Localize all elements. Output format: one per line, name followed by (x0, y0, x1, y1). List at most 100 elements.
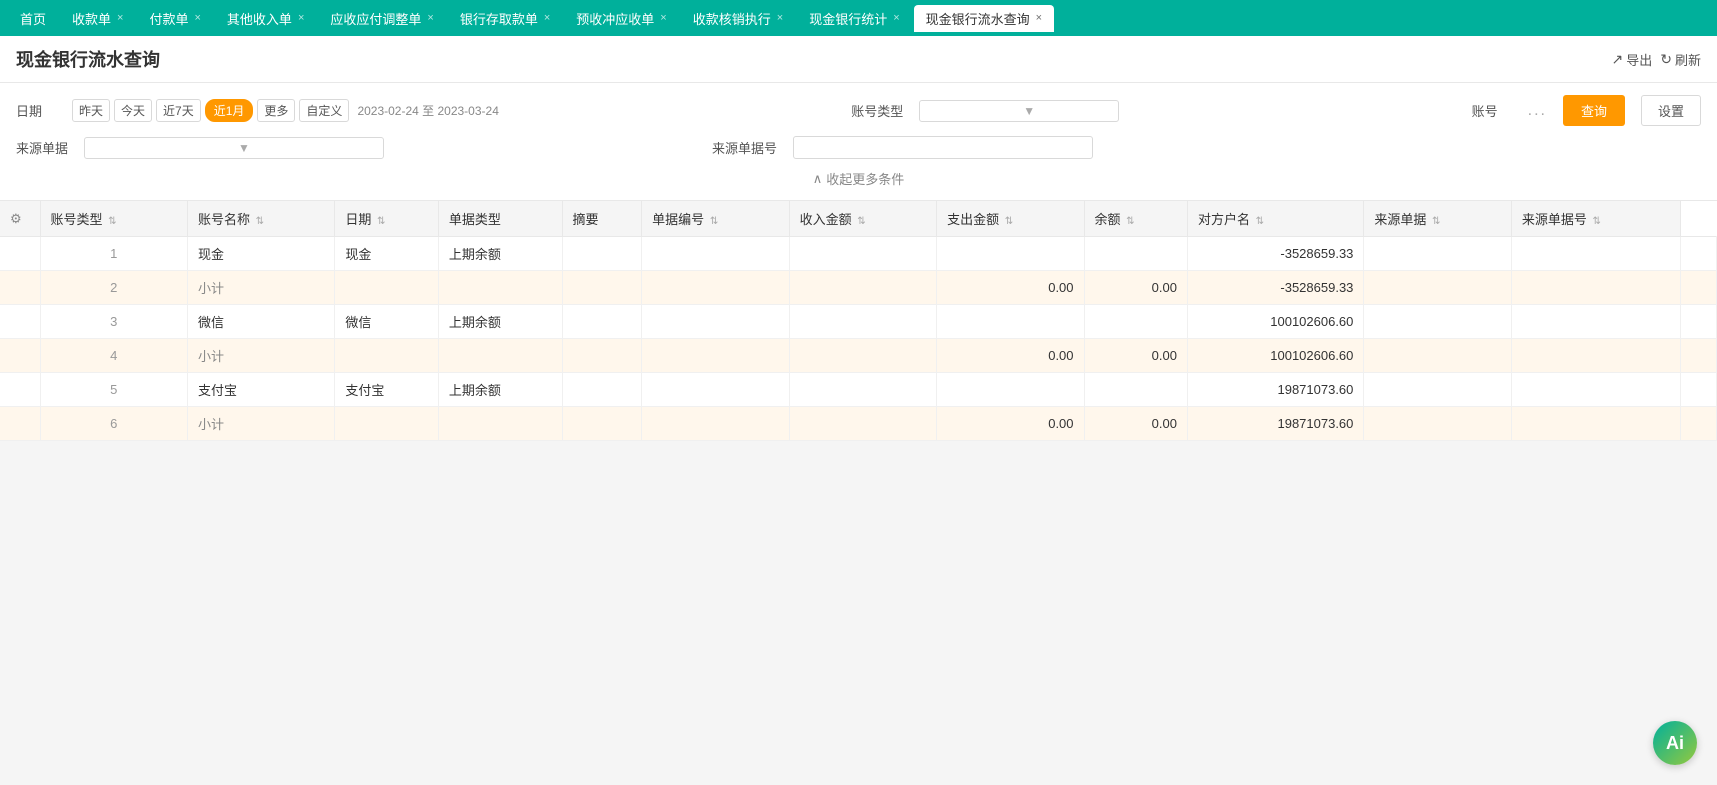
settings-col-header[interactable]: ⚙ (0, 201, 40, 237)
sort-icon: ⇅ (377, 216, 385, 227)
close-icon[interactable]: × (1036, 12, 1042, 24)
settings-button[interactable]: 设置 (1641, 95, 1701, 126)
close-icon[interactable]: × (777, 12, 783, 24)
collapse-conditions-bar[interactable]: ∧ 收起更多条件 (16, 169, 1701, 188)
export-button[interactable]: ↗ 导出 (1612, 50, 1653, 69)
top-navigation: 首页 收款单 × 付款单 × 其他收入单 × 应收应付调整单 × 银行存取款单 … (0, 0, 1717, 36)
cell-income: 0.00 (937, 271, 1084, 305)
cell-doc-type (562, 271, 642, 305)
source-doc-no-label: 来源单据号 (712, 138, 777, 157)
query-button[interactable]: 查询 (1563, 95, 1625, 126)
cell-account-name: 支付宝 (335, 373, 438, 407)
cell-account-name: 微信 (335, 305, 438, 339)
cell-source-doc-no (1681, 271, 1717, 305)
row-number: 2 (40, 271, 187, 305)
close-icon[interactable]: × (544, 12, 550, 24)
nav-item-home[interactable]: 首页 (8, 5, 58, 32)
table-row: 2小计0.000.00-3528659.33 (0, 271, 1717, 305)
cell-date: 上期余额 (438, 305, 562, 339)
table-row: 5支付宝支付宝上期余额19871073.60 (0, 373, 1717, 407)
cell-source-doc-no (1681, 237, 1717, 271)
cell-summary (642, 237, 789, 271)
account-label: 账号 (1472, 101, 1512, 120)
cell-doc-no (789, 373, 936, 407)
date-yesterday-btn[interactable]: 昨天 (72, 99, 110, 122)
table-body: 1现金现金上期余额-3528659.332小计0.000.00-3528659.… (0, 237, 1717, 441)
page-title: 现金银行流水查询 (16, 46, 160, 72)
date-7days-btn[interactable]: 近7天 (156, 99, 201, 122)
table-header-row: ⚙ 账号类型 ⇅ 账号名称 ⇅ 日期 ⇅ 单据类型 摘要 单据编号 (0, 201, 1717, 237)
cell-balance: -3528659.33 (1187, 271, 1363, 305)
cell-balance: 19871073.60 (1187, 407, 1363, 441)
row-settings-cell (0, 237, 40, 271)
nav-item-prepayment[interactable]: 预收冲应收单 × (564, 5, 678, 32)
sort-icon: ⇅ (108, 216, 116, 227)
row-settings-cell (0, 271, 40, 305)
nav-item-adjustments[interactable]: 应收应付调整单 × (318, 5, 445, 32)
date-shortcuts: 昨天 今天 近7天 近1月 更多 自定义 2023-02-24 至 2023-0… (72, 99, 499, 122)
close-icon[interactable]: × (298, 12, 304, 24)
table-row: 6小计0.000.0019871073.60 (0, 407, 1717, 441)
cell-summary (642, 305, 789, 339)
cell-summary (642, 373, 789, 407)
col-header-account-type[interactable]: 账号类型 ⇅ (40, 201, 187, 237)
nav-item-other-income[interactable]: 其他收入单 × (215, 5, 316, 32)
close-icon[interactable]: × (660, 12, 666, 24)
col-header-source-doc[interactable]: 来源单据 ⇅ (1364, 201, 1511, 237)
cell-expense (1084, 373, 1187, 407)
date-today-btn[interactable]: 今天 (114, 99, 152, 122)
close-icon[interactable]: × (117, 12, 123, 24)
cell-source-doc (1511, 237, 1680, 271)
col-header-doc-type: 单据类型 (438, 201, 562, 237)
nav-item-payments[interactable]: 付款单 × (137, 5, 212, 32)
collapse-label: 收起更多条件 (826, 169, 904, 188)
date-1month-btn[interactable]: 近1月 (205, 99, 254, 122)
cell-balance: 100102606.60 (1187, 305, 1363, 339)
sort-icon: ⇅ (1126, 216, 1134, 227)
account-dots-btn[interactable]: ... (1528, 102, 1547, 120)
cell-counterpart (1364, 237, 1511, 271)
col-header-income[interactable]: 收入金额 ⇅ (789, 201, 936, 237)
cell-account-name (335, 271, 438, 305)
nav-item-collection-exec[interactable]: 收款核销执行 × (681, 5, 795, 32)
cell-source-doc-no (1681, 407, 1717, 441)
nav-item-bank-deposits[interactable]: 银行存取款单 × (448, 5, 562, 32)
col-header-expense[interactable]: 支出金额 ⇅ (937, 201, 1084, 237)
cell-expense (1084, 237, 1187, 271)
col-header-counterpart[interactable]: 对方户名 ⇅ (1187, 201, 1363, 237)
cell-expense: 0.00 (1084, 271, 1187, 305)
cell-counterpart (1364, 339, 1511, 373)
chevron-down-icon: ▼ (1023, 104, 1110, 118)
close-icon[interactable]: × (427, 12, 433, 24)
nav-item-cash-bank-stats[interactable]: 现金银行统计 × (797, 5, 911, 32)
date-more-btn[interactable]: 更多 (257, 99, 295, 122)
cell-source-doc-no (1681, 339, 1717, 373)
col-header-balance[interactable]: 余额 ⇅ (1084, 201, 1187, 237)
cell-income (937, 237, 1084, 271)
account-type-select[interactable]: ▼ (919, 100, 1119, 122)
nav-item-receipts[interactable]: 收款单 × (60, 5, 135, 32)
sort-icon: ⇅ (256, 216, 264, 227)
source-doc-select[interactable]: ▼ (84, 137, 384, 159)
cell-summary (642, 339, 789, 373)
cell-account-type: 小计 (187, 271, 334, 305)
cell-counterpart (1364, 407, 1511, 441)
source-doc-no-input[interactable] (802, 140, 1084, 155)
refresh-button[interactable]: ↻ 刷新 (1660, 50, 1701, 69)
cell-counterpart (1364, 373, 1511, 407)
close-icon[interactable]: × (893, 12, 899, 24)
col-header-source-doc-no[interactable]: 来源单据号 ⇅ (1511, 201, 1680, 237)
nav-item-cash-bank-flow[interactable]: 现金银行流水查询 × (914, 5, 1054, 32)
gear-icon[interactable]: ⚙ (10, 211, 22, 226)
row-number: 5 (40, 373, 187, 407)
cell-income (937, 373, 1084, 407)
cell-account-type: 支付宝 (187, 373, 334, 407)
cell-doc-no (789, 407, 936, 441)
ai-badge[interactable]: Ai (1653, 721, 1697, 765)
col-header-account-name[interactable]: 账号名称 ⇅ (187, 201, 334, 237)
close-icon[interactable]: × (194, 12, 200, 24)
col-header-doc-no[interactable]: 单据编号 ⇅ (642, 201, 789, 237)
cell-account-type: 小计 (187, 407, 334, 441)
col-header-date[interactable]: 日期 ⇅ (335, 201, 438, 237)
date-custom-btn[interactable]: 自定义 (299, 99, 349, 122)
